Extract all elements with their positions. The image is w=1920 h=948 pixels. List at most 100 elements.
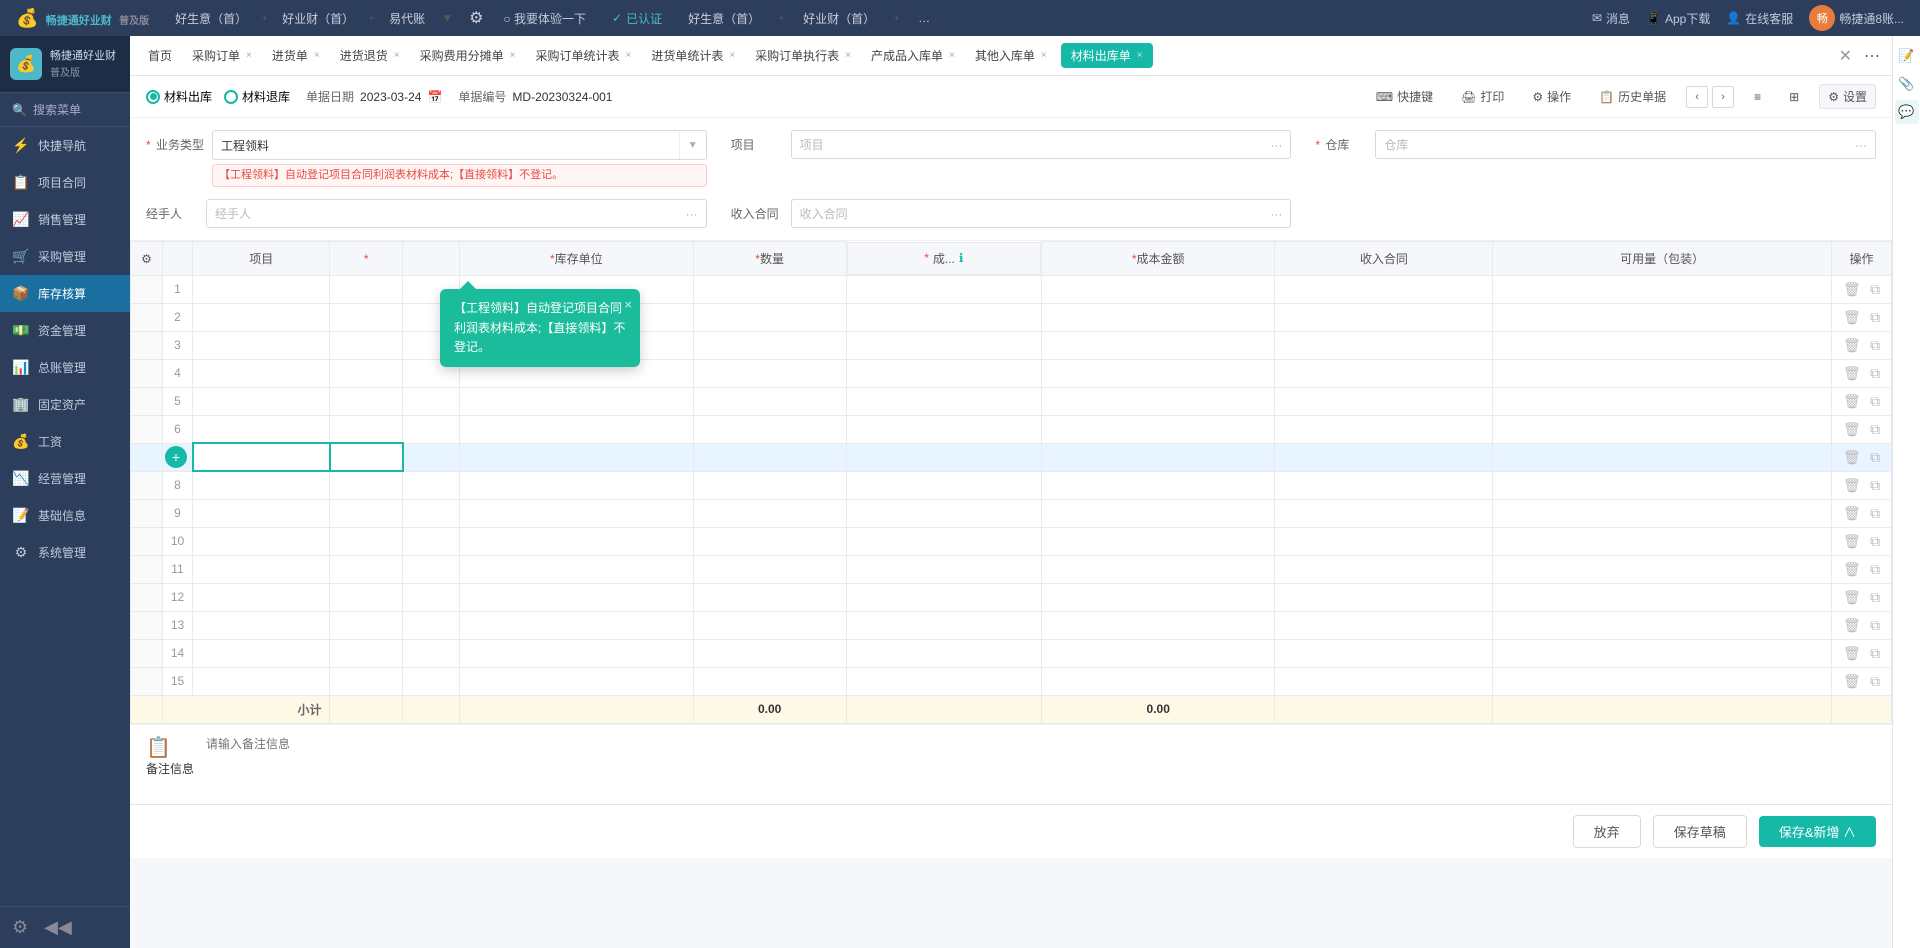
tab-close-purchase-order[interactable]: × — [246, 50, 252, 61]
delete-row-btn[interactable]: 🗑 — [1843, 505, 1861, 521]
copy-row-btn[interactable]: ⧉ — [1870, 449, 1880, 465]
radio-material-return[interactable]: 材料退库 — [224, 88, 290, 105]
tab-goods-return[interactable]: 进货退货× — [334, 43, 406, 68]
tab-goods-stats[interactable]: 进货单统计表× — [645, 43, 741, 68]
copy-row-btn[interactable]: ⧉ — [1870, 673, 1880, 689]
sidebar-item-purchase[interactable]: 🛒 采购管理 — [0, 238, 130, 275]
nav-experience[interactable]: ○ 我要体验一下 — [497, 8, 592, 29]
delete-row-btn[interactable]: 🗑 — [1843, 533, 1861, 549]
shortcut-key-btn[interactable]: ⌨ 快捷键 — [1368, 85, 1441, 108]
income-contract-input[interactable]: 收入合同 ··· — [791, 199, 1292, 228]
handler-dots[interactable]: ··· — [686, 207, 698, 221]
sidebar-search[interactable]: 🔍 搜索菜单 — [0, 93, 130, 127]
copy-row-btn[interactable]: ⧉ — [1870, 281, 1880, 297]
save-new-button[interactable]: 保存&新增 ∧ — [1759, 816, 1876, 847]
sidebar-item-salary[interactable]: 💰 工资 — [0, 423, 130, 460]
tab-close-purchase-stats[interactable]: × — [625, 50, 631, 61]
tab-close-goods-return[interactable]: × — [394, 50, 400, 61]
copy-row-btn[interactable]: ⧉ — [1870, 645, 1880, 661]
next-record-btn[interactable]: › — [1712, 86, 1734, 108]
nav-good-wealth[interactable]: 好业财（首） — [276, 8, 360, 29]
nav-more[interactable]: … — [912, 9, 936, 27]
delete-row-btn[interactable]: 🗑 — [1843, 561, 1861, 577]
sidebar-item-operations[interactable]: 📉 经营管理 — [0, 460, 130, 497]
tabs-more[interactable]: ⋯ — [1864, 46, 1880, 66]
sidebar-item-fixed-assets[interactable]: 🏢 固定资产 — [0, 386, 130, 423]
copy-row-btn[interactable]: ⧉ — [1870, 561, 1880, 577]
radio-material-issue[interactable]: 材料出库 — [146, 88, 212, 105]
form-settings-btn[interactable]: ⚙ 设置 — [1819, 84, 1876, 109]
sidebar-item-quick-nav[interactable]: ⚡ 快捷导航 — [0, 127, 130, 164]
cost-price-info-icon[interactable]: ℹ — [959, 251, 964, 265]
list-view-btn[interactable]: ≡ — [1746, 87, 1769, 107]
project-dots[interactable]: ··· — [1270, 138, 1282, 152]
app-download-button[interactable]: 📱 App下载 — [1646, 10, 1710, 27]
tooltip-close-btn[interactable]: × — [624, 295, 632, 316]
delete-row-btn[interactable]: 🗑 — [1843, 309, 1861, 325]
tab-close-other-receipt[interactable]: × — [1041, 50, 1047, 61]
nav-good-wealth2[interactable]: 好业财（首） — [797, 8, 881, 29]
copy-row-btn[interactable]: ⧉ — [1870, 337, 1880, 353]
tab-purchase-order[interactable]: 采购订单× — [186, 43, 258, 68]
nav-good-business2[interactable]: 好生意（首） — [682, 8, 766, 29]
copy-row-btn[interactable]: ⧉ — [1870, 477, 1880, 493]
tab-close-purchase-expense[interactable]: × — [510, 50, 516, 61]
sidebar-item-basic-info[interactable]: 📝 基础信息 — [0, 497, 130, 534]
add-row-button[interactable]: + — [165, 446, 187, 468]
delete-row-btn[interactable]: 🗑 — [1843, 645, 1861, 661]
delete-row-btn[interactable]: 🗑 — [1843, 449, 1861, 465]
copy-row-btn[interactable]: ⧉ — [1870, 533, 1880, 549]
sidebar-item-inventory[interactable]: 📦 库存核算 — [0, 275, 130, 312]
sidebar-collapse-btn[interactable]: ◀◀ — [44, 917, 72, 938]
delete-row-btn[interactable]: 🗑 — [1843, 589, 1861, 605]
copy-row-btn[interactable]: ⧉ — [1870, 505, 1880, 521]
delete-row-btn[interactable]: 🗑 — [1843, 337, 1861, 353]
prev-record-btn[interactable]: ‹ — [1686, 86, 1708, 108]
delete-row-btn[interactable]: 🗑 — [1843, 365, 1861, 381]
calendar-icon[interactable]: 📅 — [427, 90, 442, 104]
tab-other-receipt[interactable]: 其他入库单× — [969, 43, 1053, 68]
delete-row-btn[interactable]: 🗑 — [1843, 281, 1861, 297]
grid-view-btn[interactable]: ⊞ — [1781, 87, 1807, 107]
copy-row-btn[interactable]: ⧉ — [1870, 421, 1880, 437]
nav-settings-icon[interactable]: ⚙ — [463, 6, 489, 30]
right-sidebar-notes-btn[interactable]: 📝 — [1895, 44, 1919, 68]
sidebar-settings-btn[interactable]: ⚙ — [12, 917, 28, 938]
copy-row-btn[interactable]: ⧉ — [1870, 309, 1880, 325]
tab-close-material-issue[interactable]: × — [1137, 50, 1143, 61]
income-contract-dots[interactable]: ··· — [1270, 207, 1282, 221]
nav-easy-agent[interactable]: 易代账 — [383, 8, 431, 29]
tab-goods-receipt[interactable]: 进货单× — [266, 43, 326, 68]
warehouse-input[interactable]: 仓库 ··· — [1375, 130, 1876, 159]
save-draft-button[interactable]: 保存草稿 — [1653, 815, 1747, 848]
tab-purchase-expense[interactable]: 采购费用分摊单× — [414, 43, 522, 68]
tab-purchase-exec[interactable]: 采购订单执行表× — [749, 43, 857, 68]
nav-good-business[interactable]: 好生意（首） — [169, 8, 253, 29]
tab-purchase-stats[interactable]: 采购订单统计表× — [529, 43, 637, 68]
tab-home[interactable]: 首页 — [142, 43, 178, 68]
tab-close-goods-receipt[interactable]: × — [314, 50, 320, 61]
sidebar-item-ledger[interactable]: 📊 总账管理 — [0, 349, 130, 386]
tab-close-goods-stats[interactable]: × — [729, 50, 735, 61]
delete-row-btn[interactable]: 🗑 — [1843, 393, 1861, 409]
handler-input[interactable]: 经手人 ··· — [206, 199, 707, 228]
copy-row-btn[interactable]: ⧉ — [1870, 365, 1880, 381]
sidebar-item-project-contract[interactable]: 📋 项目合同 — [0, 164, 130, 201]
notes-input[interactable] — [206, 735, 1876, 763]
discard-button[interactable]: 放弃 — [1573, 815, 1641, 848]
project-input[interactable]: 项目 ··· — [791, 130, 1292, 159]
sidebar-item-system[interactable]: ⚙ 系统管理 — [0, 534, 130, 571]
delete-row-btn[interactable]: 🗑 — [1843, 617, 1861, 633]
close-all-tabs[interactable]: ✕ — [1839, 46, 1852, 66]
sidebar-item-sales[interactable]: 📈 销售管理 — [0, 201, 130, 238]
delete-row-btn[interactable]: 🗑 — [1843, 673, 1861, 689]
business-type-select[interactable]: 工程领料 ▼ — [212, 130, 707, 160]
user-menu[interactable]: 畅 畅捷通8账... — [1809, 5, 1904, 31]
copy-row-btn[interactable]: ⧉ — [1870, 393, 1880, 409]
right-sidebar-attach-btn[interactable]: 📎 — [1895, 72, 1919, 96]
tab-close-product-receipt[interactable]: × — [949, 50, 955, 61]
history-btn[interactable]: 📋 历史单据 — [1591, 85, 1674, 108]
online-service-button[interactable]: 👤 在线客服 — [1726, 10, 1793, 27]
tab-close-purchase-exec[interactable]: × — [845, 50, 851, 61]
tab-material-issue[interactable]: 材料出库单× — [1061, 43, 1153, 68]
